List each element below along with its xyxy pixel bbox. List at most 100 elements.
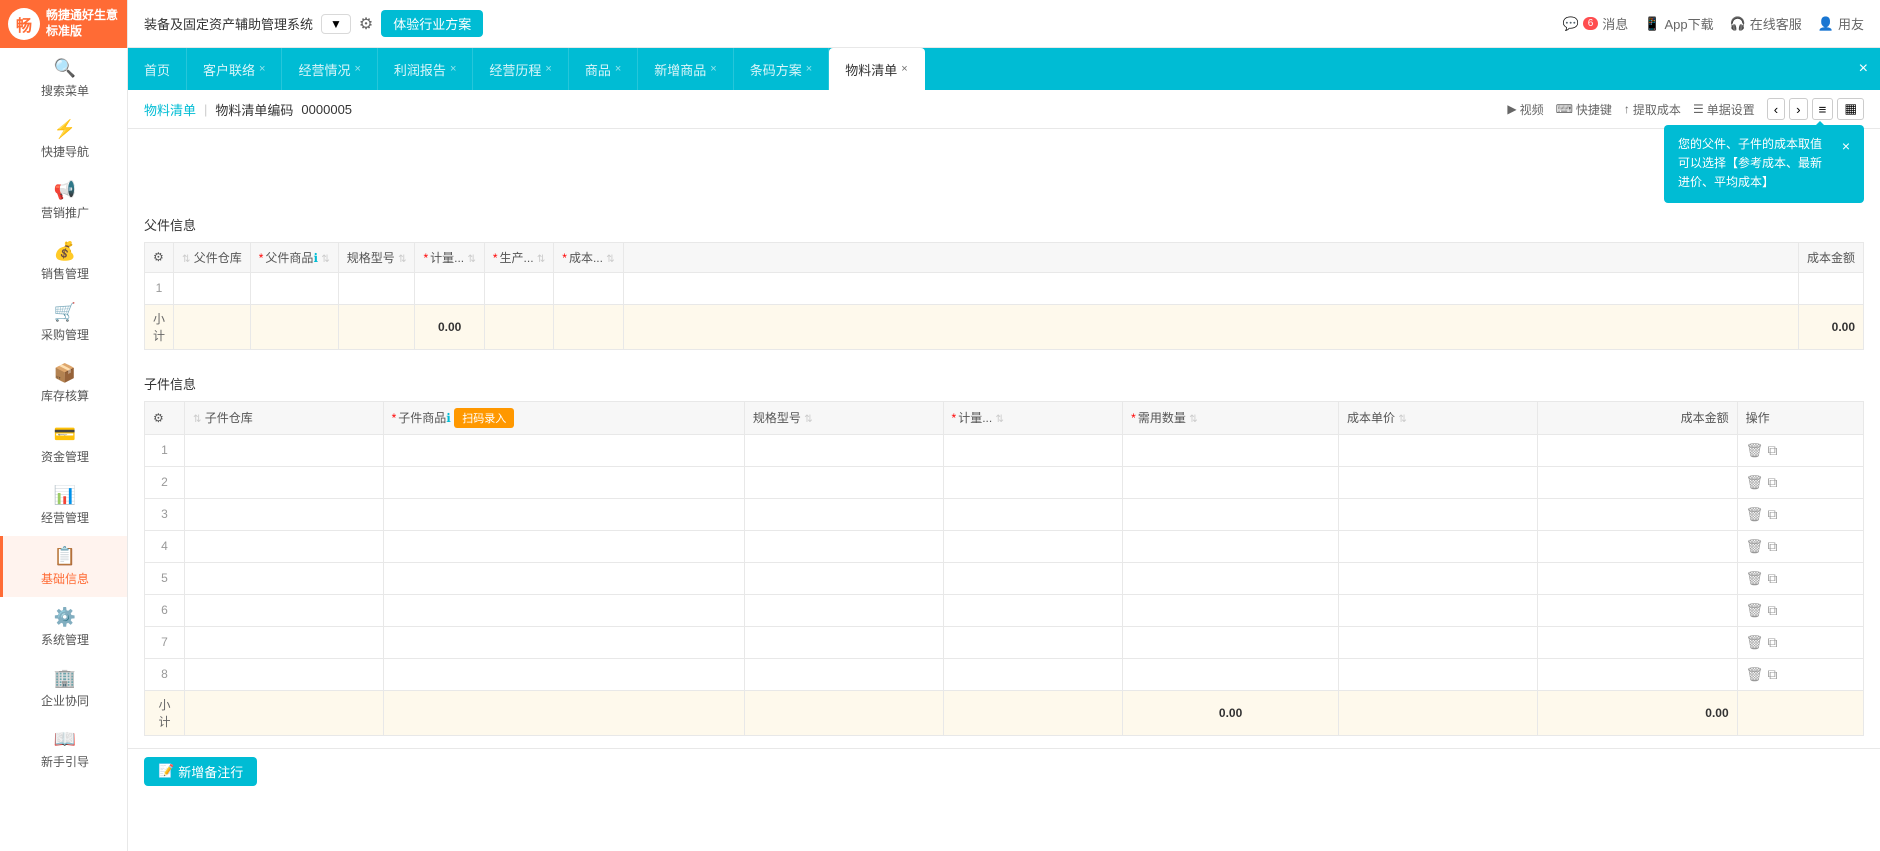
message-btn[interactable]: 💬 6 消息 — [1563, 14, 1629, 33]
child-col-spec: 规格型号 ⇅ — [744, 401, 943, 434]
building-icon: 🏢 — [54, 668, 76, 689]
tab-customer-close[interactable]: × — [259, 63, 265, 75]
megaphone-icon: 📢 — [54, 180, 76, 201]
delete-icon[interactable]: 🗑 — [1746, 570, 1764, 587]
sidebar-item-sales[interactable]: 💰销售管理 — [0, 231, 127, 292]
nav-close-btn[interactable]: × — [1847, 60, 1880, 78]
delete-icon[interactable]: 🗑 — [1746, 474, 1764, 491]
money-icon: 💰 — [54, 241, 76, 262]
table-row: 2 🗑⧉ — [145, 466, 1864, 498]
col-settings: ⚙ — [145, 242, 174, 272]
tab-history-close[interactable]: × — [545, 63, 551, 75]
parent-table-header: ⚙ ⇅ 父件仓库 *父件商品ℹ ⇅ 规格型号 ⇅ *计量... ⇅ *生产...… — [145, 242, 1864, 272]
copy-icon[interactable]: ⧉ — [1767, 666, 1777, 683]
col-spacer — [623, 242, 1798, 272]
child-spec-1[interactable] — [744, 434, 943, 466]
tab-operation-status[interactable]: 经营情况× — [282, 48, 377, 90]
copy-icon[interactable]: ⧉ — [1767, 602, 1777, 619]
copy-icon[interactable]: ⧉ — [1767, 506, 1777, 523]
copy-icon[interactable]: ⧉ — [1767, 634, 1777, 651]
tab-bom-close[interactable]: × — [901, 63, 907, 75]
delete-icon[interactable]: 🗑 — [1746, 666, 1764, 683]
online-service-btn[interactable]: 🎧 在线客服 — [1730, 14, 1802, 33]
tooltip-close-btn[interactable]: × — [1842, 135, 1850, 157]
tab-operation-close[interactable]: × — [354, 63, 360, 75]
sidebar-item-system[interactable]: ⚙️系统管理 — [0, 597, 127, 658]
child-goods-1[interactable] — [383, 434, 744, 466]
child-price-1[interactable] — [1339, 434, 1538, 466]
tab-barcode-close[interactable]: × — [806, 63, 812, 75]
sidebar-item-inventory[interactable]: 📦库存核算 — [0, 353, 127, 414]
col-settings-icon[interactable]: ⚙ — [153, 250, 164, 264]
copy-icon[interactable]: ⧉ — [1767, 538, 1777, 555]
parent-goods-cell[interactable] — [250, 272, 338, 304]
app-download-btn[interactable]: 📱 App下载 — [1644, 14, 1713, 33]
table-row: 8 🗑⧉ — [145, 658, 1864, 690]
parent-prod-cell[interactable] — [484, 272, 553, 304]
app-icon: 📱 — [1644, 16, 1660, 32]
tab-history[interactable]: 经营历程× — [473, 48, 568, 90]
tab-profit[interactable]: 利润报告× — [378, 48, 473, 90]
experience-btn[interactable]: 体验行业方案 — [381, 10, 483, 37]
extract-cost-btn[interactable]: ↑ 提取成本 — [1624, 101, 1681, 118]
search-icon: 🔍 — [54, 58, 76, 79]
sidebar-item-finance[interactable]: 💳资金管理 — [0, 414, 127, 475]
delete-icon[interactable]: 🗑 — [1746, 442, 1764, 459]
settings-gear-btn[interactable]: ⚙ — [359, 14, 373, 34]
child-col-cost-amount: 成本金额 — [1537, 401, 1737, 434]
nav-grid-btn[interactable]: ▦ — [1837, 98, 1864, 120]
tab-profit-close[interactable]: × — [450, 63, 456, 75]
child-col-settings-icon[interactable]: ⚙ — [153, 411, 164, 425]
copy-icon[interactable]: ⧉ — [1767, 442, 1777, 459]
book-icon: 📖 — [54, 729, 76, 750]
card-icon: 💳 — [54, 424, 76, 445]
scan-input-btn[interactable]: 扫码录入 — [454, 408, 514, 428]
view-video-btn[interactable]: ▶ 视频 — [1507, 101, 1543, 118]
doc-code: 0000005 — [301, 102, 352, 117]
nav-prev-btn[interactable]: ‹ — [1767, 98, 1785, 120]
sidebar-item-marketing[interactable]: 📢营销推广 — [0, 170, 127, 231]
child-section: 子件信息 ⚙ ⇅ 子件仓库 *子件商品ℹ 扫码录入 规格型号 ⇅ *计量... … — [128, 362, 1880, 748]
parent-warehouse-cell[interactable] — [174, 272, 251, 304]
single-settings-btn[interactable]: ☰ 单据设置 — [1693, 101, 1755, 118]
add-remark-row-btn[interactable]: 📝 新增备注行 — [144, 757, 257, 786]
parent-unit-cell[interactable] — [415, 272, 484, 304]
parent-section: 父件信息 ⚙ ⇅ 父件仓库 *父件商品ℹ ⇅ 规格型号 ⇅ *计量... ⇅ *… — [128, 203, 1880, 362]
delete-icon[interactable]: 🗑 — [1746, 634, 1764, 651]
breadcrumb-bom[interactable]: 物料清单 — [144, 100, 196, 119]
sidebar-item-enterprise[interactable]: 🏢企业协同 — [0, 658, 127, 719]
tab-bom[interactable]: 物料清单× — [829, 48, 924, 90]
shortcut-btn[interactable]: ⌨ 快捷键 — [1556, 101, 1612, 118]
tab-customer[interactable]: 客户联络× — [187, 48, 282, 90]
sidebar-item-purchase[interactable]: 🛒采购管理 — [0, 292, 127, 353]
tab-goods[interactable]: 商品× — [569, 48, 638, 90]
tab-goods-close[interactable]: × — [615, 63, 621, 75]
parent-section-title: 父件信息 — [144, 215, 1864, 234]
tab-home[interactable]: 首页 — [128, 48, 187, 90]
copy-icon[interactable]: ⧉ — [1767, 474, 1777, 491]
table-row: 6 🗑⧉ — [145, 594, 1864, 626]
child-col-action: 操作 — [1737, 401, 1863, 434]
nav-next-btn[interactable]: › — [1789, 98, 1807, 120]
child-qty-1[interactable] — [1123, 434, 1339, 466]
col-production: *生产... ⇅ — [484, 242, 553, 272]
sidebar-item-basic[interactable]: 📋基础信息 — [0, 536, 127, 597]
child-unit-1[interactable] — [943, 434, 1123, 466]
delete-icon[interactable]: 🗑 — [1746, 602, 1764, 619]
parent-spec-cell[interactable] — [338, 272, 415, 304]
sidebar-item-operation[interactable]: 📊经营管理 — [0, 475, 127, 536]
sidebar-item-quick-nav[interactable]: ⚡快捷导航 — [0, 109, 127, 170]
tab-newgoods-close[interactable]: × — [710, 63, 716, 75]
parent-subtotal-unit: 0.00 — [415, 304, 484, 349]
sidebar-item-guide[interactable]: 📖新手引导 — [0, 719, 127, 780]
copy-icon[interactable]: ⧉ — [1767, 570, 1777, 587]
parent-cost-cell[interactable] — [554, 272, 623, 304]
delete-icon[interactable]: 🗑 — [1746, 506, 1764, 523]
user-btn[interactable]: 👤 用友 — [1818, 14, 1864, 33]
sidebar-item-search[interactable]: 🔍搜索菜单 — [0, 48, 127, 109]
system-dropdown-btn[interactable]: ▼ — [321, 14, 351, 34]
delete-icon[interactable]: 🗑 — [1746, 538, 1764, 555]
child-warehouse-1[interactable] — [185, 434, 384, 466]
tab-barcode[interactable]: 条码方案× — [734, 48, 829, 90]
tab-new-goods[interactable]: 新增商品× — [638, 48, 733, 90]
